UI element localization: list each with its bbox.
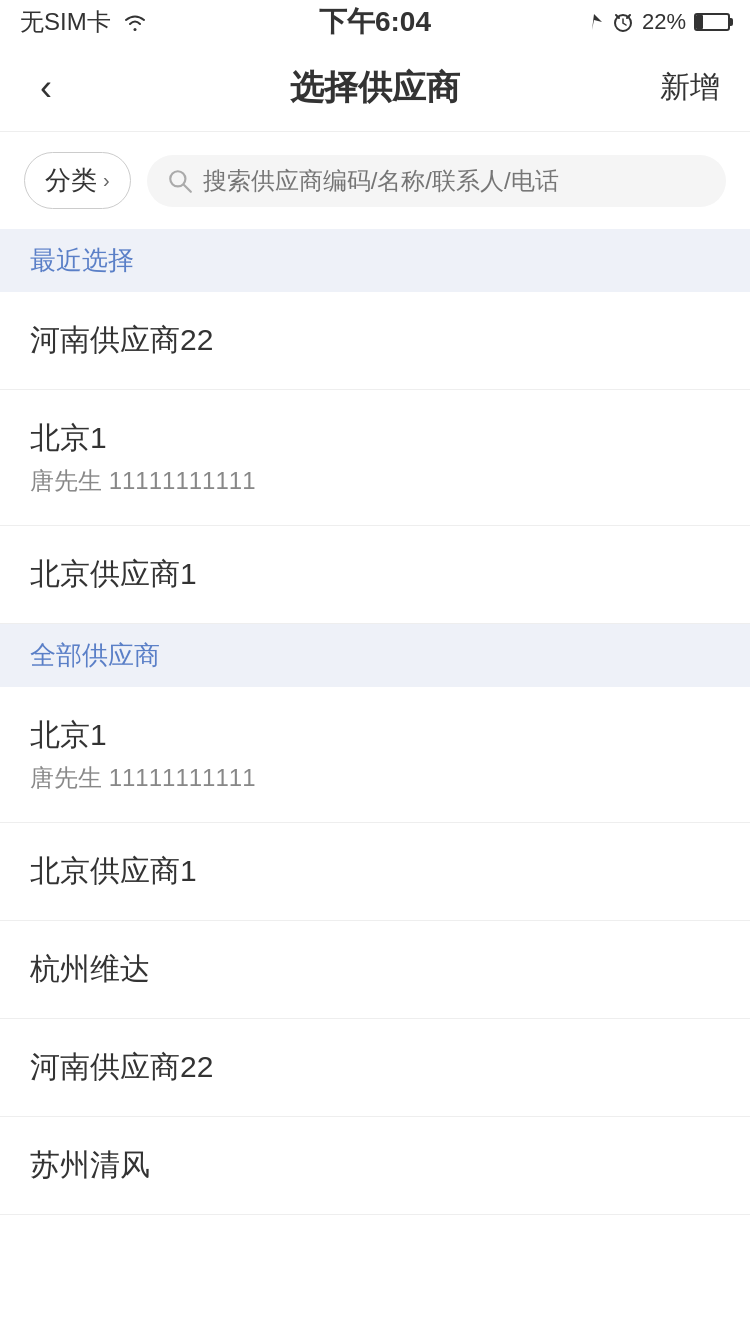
item-name: 苏州清风 [30, 1145, 720, 1186]
item-name: 北京供应商1 [30, 851, 720, 892]
all-list-item[interactable]: 杭州维达 [0, 921, 750, 1019]
alarm-icon [612, 11, 634, 33]
search-input[interactable] [203, 167, 706, 195]
item-name: 河南供应商22 [30, 1047, 720, 1088]
all-list-item[interactable]: 河南供应商22 [0, 1019, 750, 1117]
recent-list-item[interactable]: 河南供应商22 [0, 292, 750, 390]
search-bar: 分类 › [0, 132, 750, 229]
svg-line-2 [183, 184, 190, 191]
item-contact: 唐先生 11111111111 [30, 465, 720, 497]
item-contact: 唐先生 11111111111 [30, 762, 720, 794]
recent-list-item[interactable]: 北京供应商1 [0, 526, 750, 624]
recent-section-header: 最近选择 [0, 229, 750, 292]
status-time: 下午6:04 [319, 3, 431, 41]
all-section-header: 全部供应商 [0, 624, 750, 687]
item-name: 北京供应商1 [30, 554, 720, 595]
add-button[interactable]: 新增 [660, 67, 720, 108]
page-title: 选择供应商 [290, 65, 460, 111]
battery-icon [694, 13, 730, 31]
chevron-icon: › [103, 169, 110, 192]
item-name: 河南供应商22 [30, 320, 720, 361]
wifi-icon [121, 12, 149, 32]
status-bar: 无SIM卡 下午6:04 22% [0, 0, 750, 44]
all-list: 北京1 唐先生 11111111111 北京供应商1 杭州维达 河南供应商22 … [0, 687, 750, 1215]
back-button[interactable]: ‹ [30, 57, 62, 119]
item-name: 北京1 [30, 418, 720, 459]
carrier-text: 无SIM卡 [20, 6, 111, 38]
status-right: 22% [584, 9, 730, 35]
category-button[interactable]: 分类 › [24, 152, 131, 209]
recent-list: 河南供应商22 北京1 唐先生 11111111111 北京供应商1 [0, 292, 750, 624]
category-label: 分类 [45, 163, 97, 198]
all-list-item[interactable]: 北京供应商1 [0, 823, 750, 921]
item-name: 北京1 [30, 715, 720, 756]
all-list-item[interactable]: 苏州清风 [0, 1117, 750, 1215]
item-name: 杭州维达 [30, 949, 720, 990]
status-left: 无SIM卡 [20, 6, 149, 38]
all-list-item[interactable]: 北京1 唐先生 11111111111 [0, 687, 750, 823]
location-icon [584, 12, 604, 32]
battery-percent: 22% [642, 9, 686, 35]
recent-list-item[interactable]: 北京1 唐先生 11111111111 [0, 390, 750, 526]
search-input-wrapper[interactable] [147, 155, 726, 207]
search-icon [167, 168, 193, 194]
nav-bar: ‹ 选择供应商 新增 [0, 44, 750, 132]
